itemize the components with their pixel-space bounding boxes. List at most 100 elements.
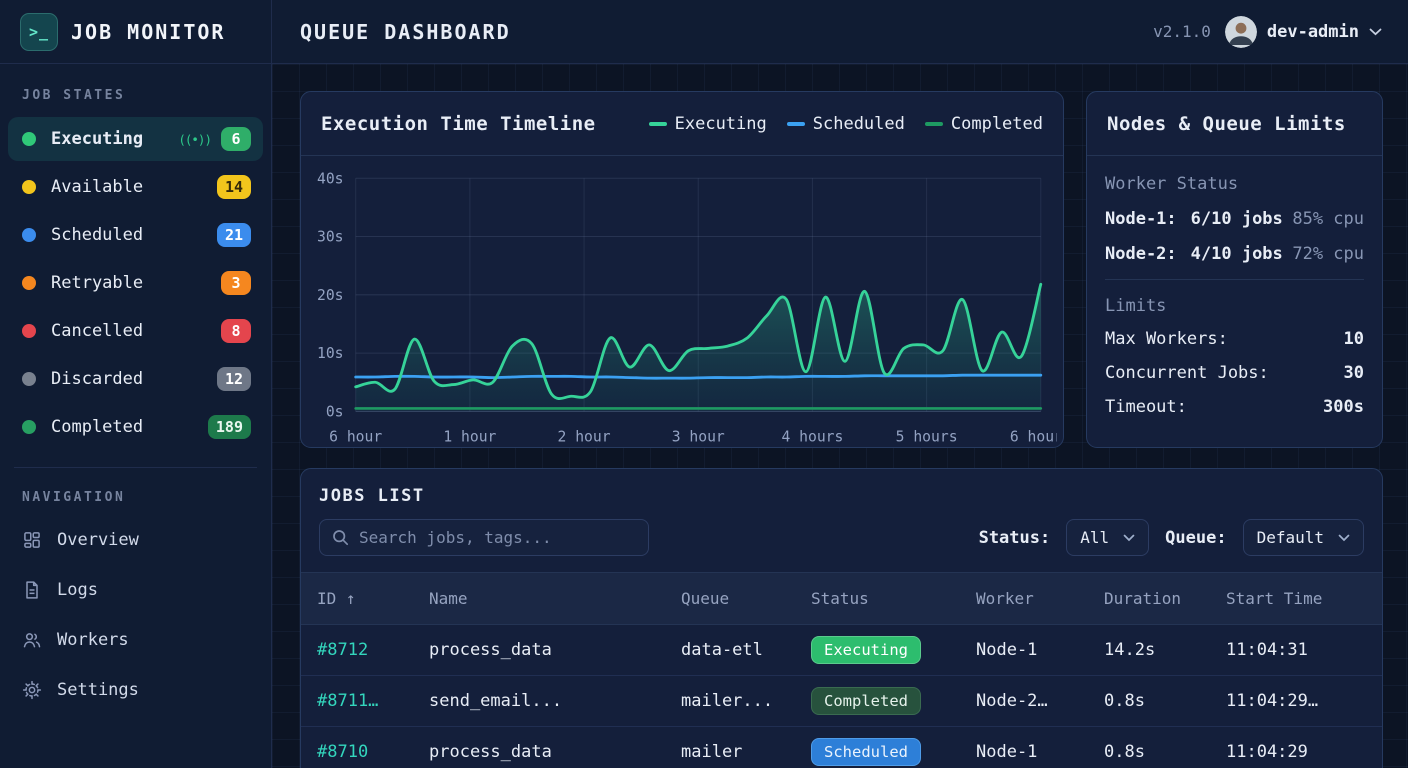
gear-icon — [22, 680, 42, 700]
signal-icon: ((•)) — [178, 131, 212, 147]
legend-item-scheduled[interactable]: Scheduled — [786, 113, 905, 134]
nodes-title: Nodes & Queue Limits — [1107, 112, 1346, 135]
svg-text:0s: 0s — [326, 403, 344, 420]
sidebar-item-logs[interactable]: Logs — [8, 569, 263, 611]
node-cpu: 85% cpu — [1292, 209, 1364, 229]
brand: >_ JOB MONITOR — [0, 0, 272, 64]
node-jobs: 4/10 jobs — [1190, 244, 1283, 264]
column-header-status[interactable]: Status — [811, 589, 976, 608]
limit-value: 30 — [1343, 363, 1364, 383]
job-id-link[interactable]: #8712 — [317, 640, 429, 660]
column-header-name[interactable]: Name — [429, 589, 681, 608]
state-label: Completed — [51, 417, 144, 437]
app-title: JOB MONITOR — [71, 19, 226, 44]
queue-filter-label: Queue: — [1165, 527, 1227, 548]
limit-row-max-workers: Max Workers: 10 — [1105, 329, 1364, 349]
state-label: Executing — [51, 129, 144, 149]
nav-label: Settings — [57, 680, 139, 700]
count-badge: 12 — [216, 367, 251, 391]
sidebar-item-overview[interactable]: Overview — [8, 519, 263, 561]
svg-text:20s: 20s — [317, 287, 344, 304]
node-name: Node-1: — [1105, 209, 1177, 229]
count-badge: 6 — [221, 127, 251, 151]
count-badge: 14 — [216, 175, 251, 199]
status-badge: Completed — [811, 687, 921, 715]
sidebar-item-retryable[interactable]: Retryable 3 — [8, 261, 263, 305]
sidebar-item-completed[interactable]: Completed 189 — [8, 405, 263, 449]
column-header-queue[interactable]: Queue — [681, 589, 811, 608]
svg-text:2 hour: 2 hour — [558, 429, 611, 446]
version-label: v2.1.0 — [1153, 22, 1211, 41]
job-id-link[interactable]: #8711… — [317, 691, 429, 711]
sidebar-item-settings[interactable]: Settings — [8, 669, 263, 711]
status-badge: Executing — [811, 636, 921, 664]
timeline-chart-svg: 6 hour 1 hour 2 hour 3 hour 4 hours 5 hours 6 … — [317, 170, 1057, 446]
job-worker: Node-1 — [976, 640, 1038, 660]
navigation-heading: NAVIGATION — [22, 490, 126, 505]
queue-filter-value: Default — [1256, 528, 1324, 547]
job-name: process_data — [429, 640, 552, 660]
legend-swatch-scheduled — [786, 121, 805, 126]
svg-text:40s: 40s — [317, 170, 344, 187]
queue-filter-select[interactable]: Default — [1242, 519, 1364, 556]
sidebar-item-executing[interactable]: Executing ((•)) 6 — [8, 117, 263, 161]
sidebar-item-cancelled[interactable]: Cancelled 8 — [8, 309, 263, 353]
nav-label: Workers — [57, 630, 129, 650]
timeline-card-header: Execution Time Timeline Executing Schedu… — [301, 92, 1063, 156]
search-box[interactable] — [319, 519, 649, 556]
user-menu[interactable]: dev-admin — [1224, 15, 1382, 48]
state-label: Cancelled — [51, 321, 144, 341]
job-start-time: 11:04:29… — [1226, 691, 1319, 711]
document-icon — [26, 581, 38, 599]
status-filter-select[interactable]: All — [1066, 519, 1150, 556]
job-name: send_email... — [429, 691, 563, 711]
people-icon — [23, 633, 41, 648]
legend-item-executing[interactable]: Executing — [648, 114, 767, 134]
column-header-id[interactable]: ID ↑ — [317, 589, 429, 608]
job-duration: 0.8s — [1104, 742, 1145, 762]
limit-label: Timeout: — [1105, 397, 1187, 417]
legend-swatch-executing — [648, 121, 667, 126]
job-queue: mailer... — [681, 691, 774, 711]
count-badge: 8 — [221, 319, 251, 343]
job-duration: 14.2s — [1104, 640, 1156, 660]
sidebar-item-available[interactable]: Available 14 — [8, 165, 263, 209]
sidebar-item-discarded[interactable]: Discarded 12 — [8, 357, 263, 401]
limits-heading: Limits — [1105, 296, 1167, 316]
chevron-down-icon — [1369, 28, 1382, 35]
legend-label: Scheduled — [812, 113, 905, 134]
table-row[interactable]: #8710 process_data mailer Scheduled Node… — [301, 727, 1382, 768]
magnifier-icon — [333, 530, 349, 546]
column-header-start-time[interactable]: Start Time — [1226, 589, 1366, 608]
state-label: Retryable — [51, 273, 144, 293]
node-row-1: Node-1: 6/10 jobs 85% cpu — [1105, 209, 1364, 229]
legend-item-completed[interactable]: Completed — [924, 114, 1043, 134]
table-row[interactable]: #8712 process_data data-etl Executing No… — [301, 625, 1382, 676]
sidebar-item-workers[interactable]: Workers — [8, 619, 263, 661]
nav-label: Logs — [57, 580, 98, 600]
top-row: Execution Time Timeline Executing Schedu… — [300, 91, 1383, 448]
terminal-glyph: >_ — [28, 22, 50, 41]
table-row[interactable]: #8711… send_email... mailer... Completed… — [301, 676, 1382, 727]
job-name: process_data — [429, 742, 552, 762]
limit-row-timeout: Timeout: 300s — [1105, 397, 1364, 417]
svg-text:10s: 10s — [317, 345, 344, 362]
sidebar-item-scheduled[interactable]: Scheduled 21 — [8, 213, 263, 257]
svg-text:4 hours: 4 hours — [781, 429, 843, 446]
job-duration: 0.8s — [1104, 691, 1145, 711]
job-worker: Node-1 — [976, 742, 1038, 762]
node-name: Node-2: — [1105, 244, 1177, 264]
column-header-worker[interactable]: Worker — [976, 589, 1104, 608]
search-input[interactable] — [359, 528, 636, 547]
count-badge: 189 — [207, 415, 251, 439]
filters: Status: All Queue: Default — [979, 519, 1364, 556]
status-badge: Scheduled — [811, 738, 921, 766]
column-header-duration[interactable]: Duration — [1104, 589, 1226, 608]
timeline-card: Execution Time Timeline Executing Schedu… — [300, 91, 1064, 448]
job-queue: data-etl — [681, 640, 763, 660]
job-id-link[interactable]: #8710 — [317, 742, 429, 762]
status-filter-value: All — [1080, 528, 1110, 547]
job-start-time: 11:04:31 — [1226, 640, 1308, 660]
state-label: Scheduled — [51, 225, 144, 245]
jobs-table-header: ID ↑ Name Queue Status Worker Duration S… — [301, 572, 1382, 625]
